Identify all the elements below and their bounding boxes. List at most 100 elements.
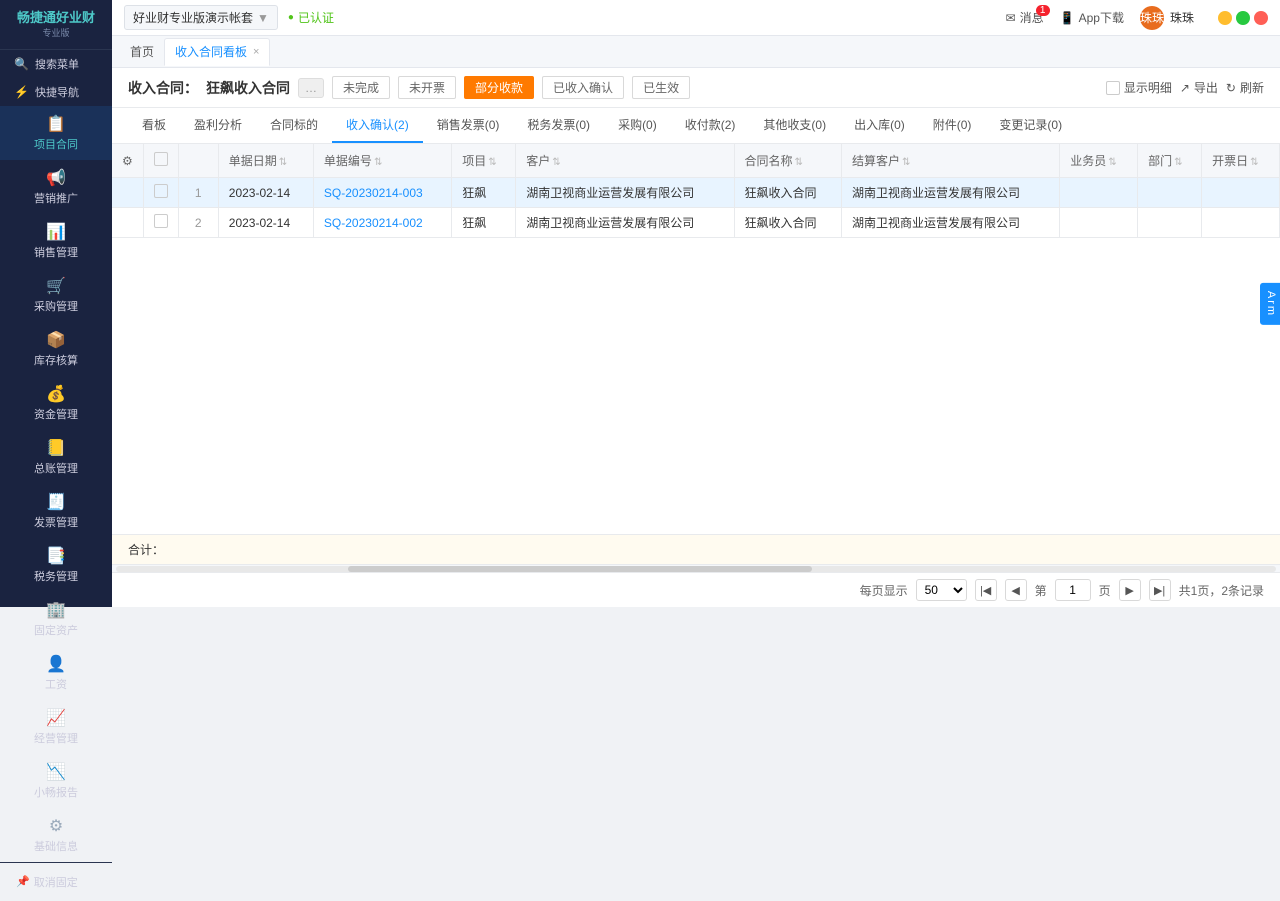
subtab-purchase[interactable]: 采购(0) [604,108,671,143]
sidebar-item-invoice[interactable]: 🧾 发票管理 [0,484,112,538]
subtab-stock-out[interactable]: 出入库(0) [840,108,919,143]
refresh-icon: ↻ [1226,81,1236,95]
col-header-salesperson[interactable]: 业务员⇅ [1060,144,1138,178]
sort-customer[interactable]: ⇅ [552,157,560,168]
status-incomplete[interactable]: 未完成 [332,76,390,99]
subtab-tax-invoice[interactable]: 税务发票(0) [513,108,604,143]
subtab-sales-invoice[interactable]: 销售发票(0) [423,108,514,143]
prev-page-button[interactable]: ◀ [1005,579,1027,601]
scrollbar-thumb[interactable] [348,566,812,572]
close-button[interactable]: × [1254,11,1268,25]
sidebar-item-sales[interactable]: 📊 销售管理 [0,214,112,268]
close-tab-icon[interactable]: × [253,46,259,58]
sidebar-item-quicknav[interactable]: ⚡ 快捷导航 [0,78,112,106]
row-gear [112,178,143,208]
sort-order[interactable]: ⇅ [374,157,382,168]
col-header-checkbox[interactable] [143,144,178,178]
sidebar-item-fund[interactable]: 💰 资金管理 [0,376,112,430]
show-detail-toggle[interactable]: 显示明细 [1106,79,1172,96]
subtab-payment[interactable]: 收付款(2) [671,108,750,143]
sidebar-label-tax: 税务管理 [34,568,78,584]
col-header-contract[interactable]: 合同名称⇅ [734,144,841,178]
sort-settle[interactable]: ⇅ [902,157,910,168]
sort-contract[interactable]: ⇅ [795,157,803,168]
subtab-change-log[interactable]: 变更记录(0) [985,108,1076,143]
row-check-1[interactable] [154,214,168,228]
row-checkbox[interactable] [143,178,178,208]
sidebar-item-inventory[interactable]: 📦 库存核算 [0,322,112,376]
status-partial[interactable]: 部分收款 [464,76,534,99]
table-row[interactable]: 2 2023-02-14 SQ-20230214-002 狂飙 湖南卫视商业运营… [112,208,1280,238]
order-link-0[interactable]: SQ-20230214-003 [324,186,423,200]
sort-dept[interactable]: ⇅ [1174,157,1182,168]
row-order-no[interactable]: SQ-20230214-002 [313,208,451,238]
status-confirmed[interactable]: 已收入确认 [542,76,624,99]
sidebar-cancel-pin[interactable]: 📌 取消固定 [4,869,108,895]
app-download-button[interactable]: 📱 App下载 [1060,9,1124,26]
col-header-order-no[interactable]: 单据编号⇅ [313,144,451,178]
horizontal-scrollbar[interactable] [112,564,1280,572]
subtab-income-confirm[interactable]: 收入确认(2) [332,108,423,143]
subtab-kanban[interactable]: 看板 [128,108,180,143]
row-contract-name: 狂飙收入合同 [734,178,841,208]
sort-invoice-date[interactable]: ⇅ [1250,157,1258,168]
col-header-invoice-date[interactable]: 开票日⇅ [1202,144,1280,178]
col-header-dept[interactable]: 部门⇅ [1138,144,1202,178]
sidebar-item-tax[interactable]: 📑 税务管理 [0,538,112,592]
message-button[interactable]: ✉ 1 消息 [1006,9,1044,26]
last-page-button[interactable]: ▶| [1149,579,1171,601]
sort-salesperson[interactable]: ⇅ [1108,157,1116,168]
sidebar-item-marketing[interactable]: 📢 营销推广 [0,160,112,214]
show-detail-label: 显示明细 [1124,79,1172,96]
order-link-1[interactable]: SQ-20230214-002 [324,216,423,230]
first-page-button[interactable]: |◀ [975,579,997,601]
col-header-date[interactable]: 单据日期⇅ [218,144,313,178]
col-header-settle[interactable]: 结算客户⇅ [841,144,1059,178]
row-order-no[interactable]: SQ-20230214-003 [313,178,451,208]
next-page-button[interactable]: ▶ [1119,579,1141,601]
company-selector[interactable]: 好业财专业版演示帐套 ▼ [124,5,278,30]
maximize-button[interactable]: ▶ [1236,11,1250,25]
export-button[interactable]: ↗ 导出 [1180,79,1218,96]
table-row[interactable]: 1 2023-02-14 SQ-20230214-003 狂飙 湖南卫视商业运营… [112,178,1280,208]
row-settle-customer: 湖南卫视商业运营发展有限公司 [841,178,1059,208]
refresh-button[interactable]: ↻ 刷新 [1226,79,1264,96]
sidebar-item-basic[interactable]: ⚙ 基础信息 [0,808,112,862]
tab-home[interactable]: 首页 [120,38,164,66]
sidebar-item-search[interactable]: 🔍 搜索菜单 [0,50,112,78]
subtab-other-income[interactable]: 其他收支(0) [749,108,840,143]
sidebar-item-fixed-asset[interactable]: 🏢 固定资产 [0,592,112,646]
row-check-0[interactable] [154,184,168,198]
sidebar-item-hr[interactable]: 👤 工资 [0,646,112,700]
sidebar-item-report[interactable]: 📉 小畅报告 [0,754,112,808]
table-container[interactable]: ⚙ 单据日期⇅ 单据编号⇅ 项目⇅ 客户⇅ 合同名称⇅ 结算客户⇅ 业务员⇅ 部… [112,144,1280,534]
page-size-select[interactable]: 50 100 200 [916,579,967,601]
sort-project[interactable]: ⇅ [488,157,496,168]
col-header-gear[interactable]: ⚙ [112,144,143,178]
page-input[interactable] [1055,579,1091,601]
col-header-project[interactable]: 项目⇅ [452,144,516,178]
subtab-profit[interactable]: 盈利分析 [180,108,256,143]
inventory-icon: 📦 [46,330,66,350]
more-button[interactable]: … [298,78,324,98]
sidebar-item-purchase[interactable]: 🛒 采购管理 [0,268,112,322]
side-action-button[interactable]: Arm [1260,282,1280,324]
verified-badge: 已认证 [288,9,334,26]
subtab-attachment[interactable]: 附件(0) [919,108,986,143]
subtab-contract-standard[interactable]: 合同标的 [256,108,332,143]
sort-date[interactable]: ⇅ [279,157,287,168]
sidebar-item-project[interactable]: 📋 项目合同 [0,106,112,160]
status-active[interactable]: 已生效 [632,76,690,99]
status-not-invoiced[interactable]: 未开票 [398,76,456,99]
row-checkbox[interactable] [143,208,178,238]
user-area[interactable]: 珠珠 珠珠 [1140,6,1194,30]
tab-contract-kanban[interactable]: 收入合同看板 × [164,38,270,66]
select-all-checkbox[interactable] [154,152,168,166]
sidebar-label-inventory: 库存核算 [34,352,78,368]
col-header-customer[interactable]: 客户⇅ [516,144,734,178]
row-settle-customer: 湖南卫视商业运营发展有限公司 [841,208,1059,238]
sidebar-item-account[interactable]: 📒 总账管理 [0,430,112,484]
sidebar-label-report: 小畅报告 [34,784,78,800]
minimize-button[interactable]: ◀ [1218,11,1232,25]
sidebar-item-biz[interactable]: 📈 经营管理 [0,700,112,754]
